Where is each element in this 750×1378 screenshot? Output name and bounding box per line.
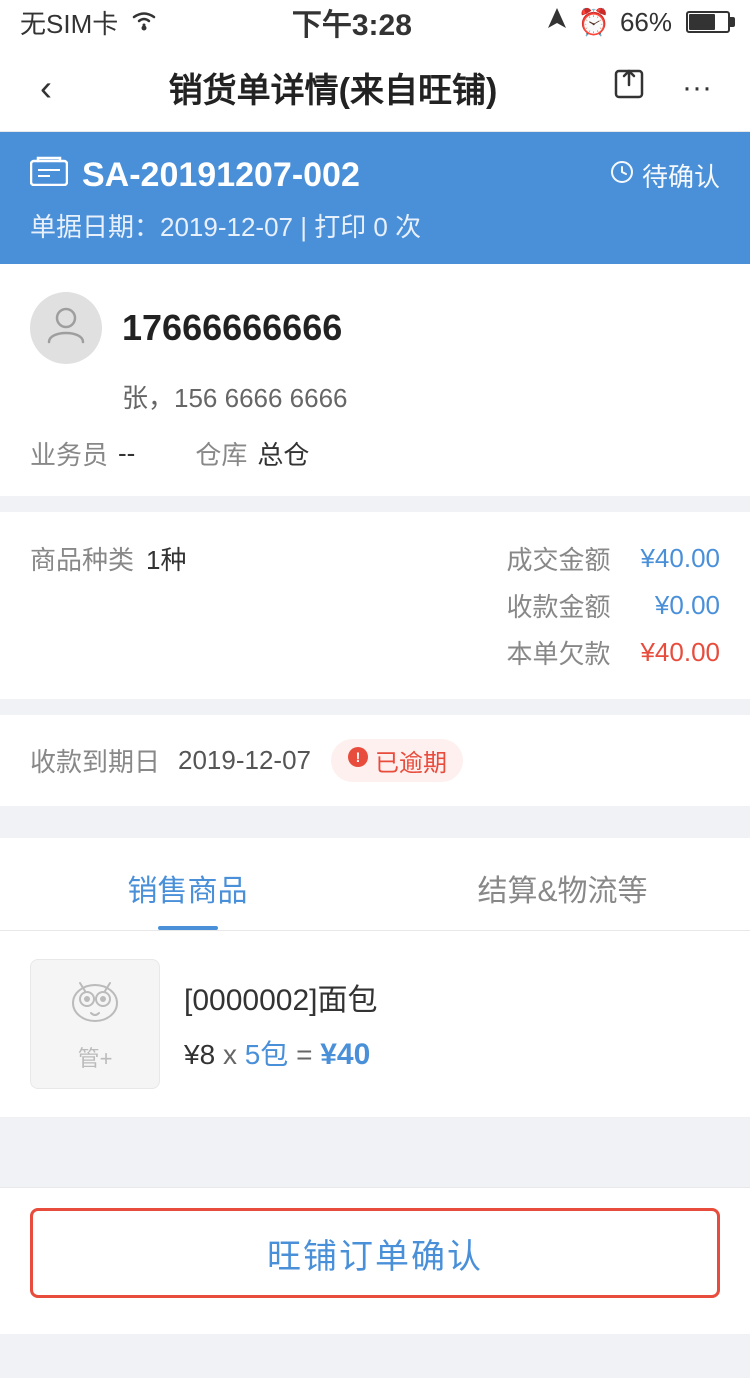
- due-label: 收款到期日: [30, 742, 160, 779]
- price-multiply: x: [223, 1039, 245, 1070]
- location-icon: [546, 6, 568, 39]
- customer-name: 张，156 6666 6666: [30, 378, 720, 415]
- amounts: 成交金额 ¥40.00 收款金额 ¥0.00 本单欠款 ¥40.00: [506, 540, 720, 671]
- warning-icon: !: [347, 746, 369, 775]
- share-button[interactable]: [604, 59, 654, 117]
- svg-text:!: !: [356, 749, 361, 765]
- clock-icon: [610, 160, 634, 191]
- section-divider: [0, 822, 750, 838]
- order-id: SA-20191207-002: [30, 156, 360, 195]
- amount-row: 成交金额 ¥40.00: [506, 540, 720, 577]
- alarm-icon: ⏰: [578, 7, 610, 38]
- due-date-value: 2019-12-07: [178, 745, 311, 776]
- wangpu-confirm-button[interactable]: 旺铺订单确认: [30, 1208, 720, 1298]
- type-value: 1种: [146, 540, 186, 577]
- battery-percent: 66%: [620, 7, 672, 38]
- price-total: ¥40: [320, 1038, 370, 1071]
- tab-sales-products[interactable]: 销售商品: [0, 838, 375, 930]
- plus-label: 管+: [78, 1041, 113, 1073]
- nav-actions: ···: [604, 59, 720, 117]
- order-id-row: SA-20191207-002 待确认: [30, 156, 720, 195]
- product-item: 管+ [0000002]面包 ¥8 x 5包 = ¥40: [0, 931, 750, 1118]
- thumb-inner: 管+: [65, 975, 125, 1073]
- product-type: 商品种类 1种: [30, 540, 186, 577]
- owed-row: 本单欠款 ¥40.00: [506, 634, 720, 671]
- price-equals: =: [296, 1039, 320, 1070]
- amount-value: ¥40.00: [640, 543, 720, 574]
- battery-icon: [686, 11, 730, 33]
- amount-label: 成交金额: [506, 540, 610, 577]
- product-name: [0000002]面包: [184, 975, 720, 1019]
- more-button[interactable]: ···: [674, 63, 720, 113]
- status-left: 无SIM卡: [20, 4, 158, 41]
- customer-meta: 业务员 -- 仓库 总仓: [30, 435, 720, 472]
- order-card-icon: [30, 156, 68, 195]
- carrier-text: 无SIM卡: [20, 4, 118, 41]
- status-text: 待确认: [642, 157, 720, 194]
- customer-phone: 17666666666: [122, 307, 342, 349]
- status-bar: 无SIM卡 下午3:28 ⏰ 66%: [0, 0, 750, 44]
- avatar: [30, 292, 102, 364]
- order-date: 单据日期：2019-12-07 | 打印 0 次: [30, 207, 720, 244]
- due-date-card: 收款到期日 2019-12-07 ! 已逾期: [0, 715, 750, 806]
- received-label: 收款金额: [506, 587, 610, 624]
- product-list: 管+ [0000002]面包 ¥8 x 5包 = ¥40: [0, 931, 750, 1118]
- status-time: 下午3:28: [292, 0, 412, 44]
- received-value: ¥0.00: [655, 590, 720, 621]
- overdue-badge: ! 已逾期: [331, 739, 463, 782]
- brand-owl-icon: [65, 975, 125, 1035]
- order-status: 待确认: [610, 157, 720, 194]
- salesperson-label: 业务员: [30, 435, 108, 472]
- customer-card: 17666666666 张，156 6666 6666 业务员 -- 仓库 总仓: [0, 264, 750, 496]
- summary-card: 商品种类 1种 成交金额 ¥40.00 收款金额 ¥0.00 本单欠款 ¥40.…: [0, 512, 750, 699]
- owed-label: 本单欠款: [506, 634, 610, 671]
- page-title: 销货单详情(来自旺铺): [169, 63, 498, 112]
- tab-settlement[interactable]: 结算&物流等: [375, 838, 750, 930]
- product-thumbnail: 管+: [30, 959, 160, 1089]
- person-icon: [45, 302, 87, 354]
- product-price-row: ¥8 x 5包 = ¥40: [184, 1033, 720, 1073]
- overdue-text: 已逾期: [375, 743, 447, 778]
- salesperson-item: 业务员 --: [30, 435, 135, 472]
- customer-row: 17666666666: [30, 292, 720, 364]
- warehouse-value: 总仓: [257, 435, 309, 472]
- nav-bar: ‹ 销货单详情(来自旺铺) ···: [0, 44, 750, 132]
- bottom-bar: 旺铺订单确认: [0, 1187, 750, 1334]
- order-header: SA-20191207-002 待确认 单据日期：2019-12-07 | 打印…: [0, 132, 750, 264]
- received-row: 收款金额 ¥0.00: [506, 587, 720, 624]
- warehouse-item: 仓库 总仓: [195, 435, 309, 472]
- price-unit: ¥8: [184, 1039, 215, 1070]
- wifi-icon: [130, 7, 158, 38]
- salesperson-value: --: [118, 438, 135, 469]
- price-qty: 5包: [245, 1039, 289, 1070]
- owed-value: ¥40.00: [640, 637, 720, 668]
- warehouse-label: 仓库: [195, 435, 247, 472]
- tabs-bar: 销售商品 结算&物流等: [0, 838, 750, 931]
- back-button[interactable]: ‹: [30, 57, 62, 119]
- product-info: [0000002]面包 ¥8 x 5包 = ¥40: [184, 975, 720, 1073]
- status-right: ⏰ 66%: [546, 6, 730, 39]
- type-label: 商品种类: [30, 540, 134, 577]
